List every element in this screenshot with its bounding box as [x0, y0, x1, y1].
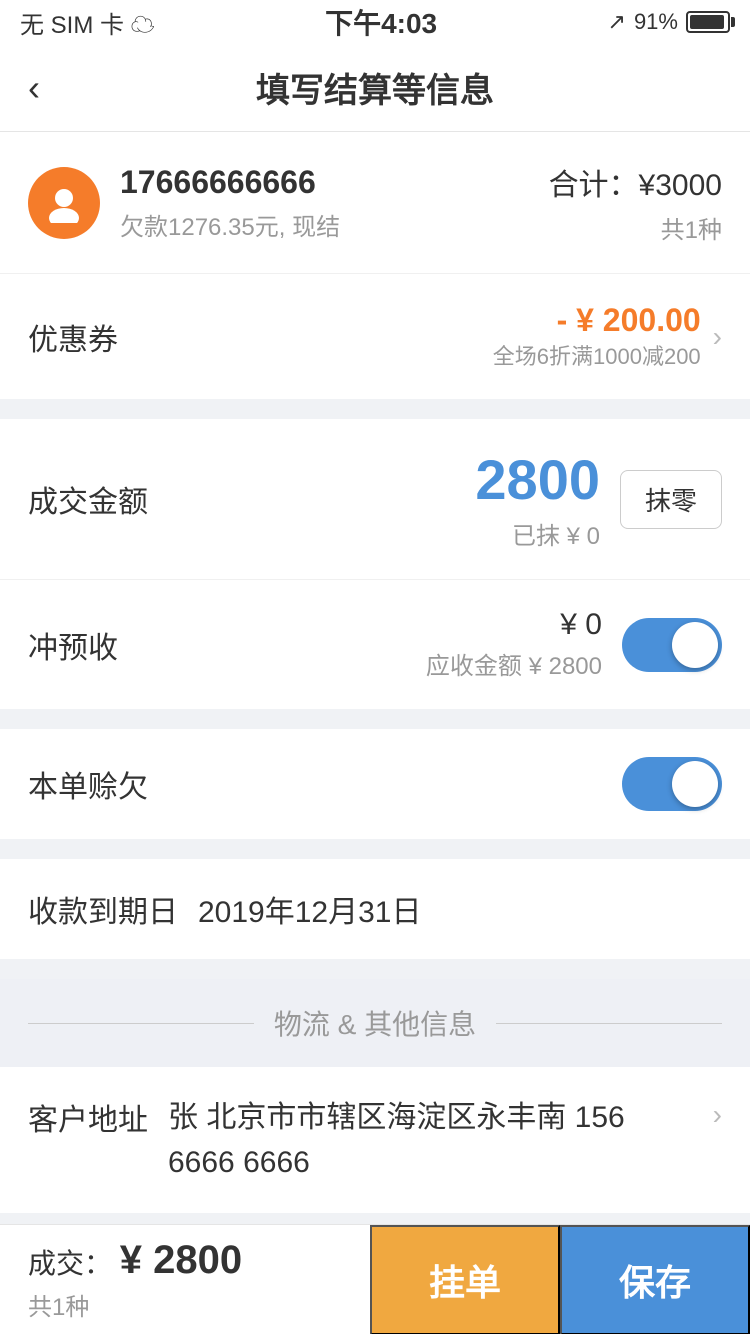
amount-sub: 已抹 ¥ 0	[475, 516, 600, 551]
back-button[interactable]: ‹	[28, 67, 40, 109]
prepay-label: 冲预收	[28, 623, 118, 667]
divider-text: 物流 & 其他信息	[274, 1003, 476, 1043]
customer-row: 17666666666 欠款1276.35元, 现结 合计：¥3000 共1种	[0, 132, 750, 273]
customer-total: 合计：¥3000	[549, 160, 722, 204]
amount-section: 成交金额 2800 已抹 ¥ 0 抹零 冲预收 ¥ 0 应收金额 ¥ 2800	[0, 419, 750, 709]
address-value: 张 北京市市辖区海淀区永丰南 156 6666 6666	[168, 1095, 693, 1185]
duedate-row: 收款到期日 2019年12月31日	[0, 859, 750, 959]
debt-toggle[interactable]	[622, 757, 722, 811]
battery-percent: 91%	[634, 9, 678, 35]
customer-left: 17666666666 欠款1276.35元, 现结	[28, 164, 340, 242]
coupon-row[interactable]: 优惠券 - ¥ 200.00 全场6折满1000减200 ›	[0, 273, 750, 399]
status-bar: 无 SIM 卡 ☁ 下午4:03 ↗ 91%	[0, 0, 750, 44]
customer-card: 17666666666 欠款1276.35元, 现结 合计：¥3000 共1种 …	[0, 132, 750, 399]
coupon-chevron-icon: ›	[713, 321, 722, 353]
divider-line-left	[28, 1023, 254, 1024]
deal-amount: ¥ 2800	[120, 1238, 242, 1282]
status-time: 下午4:03	[325, 2, 437, 42]
status-right: ↗ 91%	[608, 9, 730, 35]
prepay-value-group: ¥ 0 应收金额 ¥ 2800	[426, 608, 602, 681]
battery-icon	[686, 11, 730, 33]
address-chevron-icon: ›	[713, 1099, 722, 1131]
customer-subtitle: 欠款1276.35元, 现结	[120, 207, 340, 242]
debt-toggle-knob	[672, 761, 718, 807]
amount-value-group: 2800 已抹 ¥ 0 抹零	[475, 447, 722, 551]
prepay-sub: 应收金额 ¥ 2800	[426, 646, 602, 681]
bottom-bar: 成交： ¥ 2800 共1种 挂单 保存	[0, 1224, 750, 1334]
coupon-label: 优惠券	[28, 315, 118, 359]
duedate-label: 收款到期日	[28, 887, 178, 931]
avatar	[28, 167, 100, 239]
sim-status: 无 SIM 卡 ☁	[20, 5, 155, 40]
round-button[interactable]: 抹零	[620, 470, 722, 529]
bottom-summary: 成交： ¥ 2800 共1种	[0, 1238, 370, 1322]
customer-count: 共1种	[549, 210, 722, 245]
hold-button[interactable]: 挂单	[370, 1225, 560, 1334]
customer-right: 合计：¥3000 共1种	[549, 160, 722, 245]
divider-line-right	[496, 1023, 722, 1024]
debt-label: 本单赊欠	[28, 762, 148, 806]
coupon-right: - ¥ 200.00 全场6折满1000减200 ›	[493, 302, 722, 371]
nav-bar: ‹ 填写结算等信息	[0, 44, 750, 132]
prepay-amount: ¥ 0	[426, 608, 602, 642]
debt-row: 本单赊欠	[0, 729, 750, 839]
status-left: 无 SIM 卡 ☁	[20, 5, 155, 40]
customer-info: 17666666666 欠款1276.35元, 现结	[120, 164, 340, 242]
coupon-desc: 全场6折满1000减200	[493, 339, 701, 371]
customer-phone: 17666666666	[120, 164, 340, 201]
duedate-value: 2019年12月31日	[198, 887, 421, 931]
save-button[interactable]: 保存	[560, 1225, 750, 1334]
deal-label: 成交：	[28, 1248, 112, 1279]
prepay-toggle[interactable]	[622, 618, 722, 672]
prepay-right: ¥ 0 应收金额 ¥ 2800	[426, 608, 722, 681]
bottom-count: 共1种	[28, 1287, 342, 1322]
address-label: 客户地址	[28, 1095, 148, 1139]
page-title: 填写结算等信息	[256, 63, 494, 112]
toggle-knob	[672, 622, 718, 668]
amount-value: 2800	[475, 447, 600, 512]
amount-label: 成交金额	[28, 477, 148, 521]
logistics-divider: 物流 & 其他信息	[0, 979, 750, 1067]
address-row[interactable]: 客户地址 张 北京市市辖区海淀区永丰南 156 6666 6666 ›	[0, 1067, 750, 1213]
prepay-row: 冲预收 ¥ 0 应收金额 ¥ 2800	[0, 579, 750, 709]
main-content: 17666666666 欠款1276.35元, 现结 合计：¥3000 共1种 …	[0, 132, 750, 1333]
location-icon: ↗	[608, 9, 626, 35]
coupon-amount: - ¥ 200.00	[493, 302, 701, 339]
amount-row: 成交金额 2800 已抹 ¥ 0 抹零	[0, 419, 750, 579]
bottom-deal-row: 成交： ¥ 2800	[28, 1238, 342, 1283]
